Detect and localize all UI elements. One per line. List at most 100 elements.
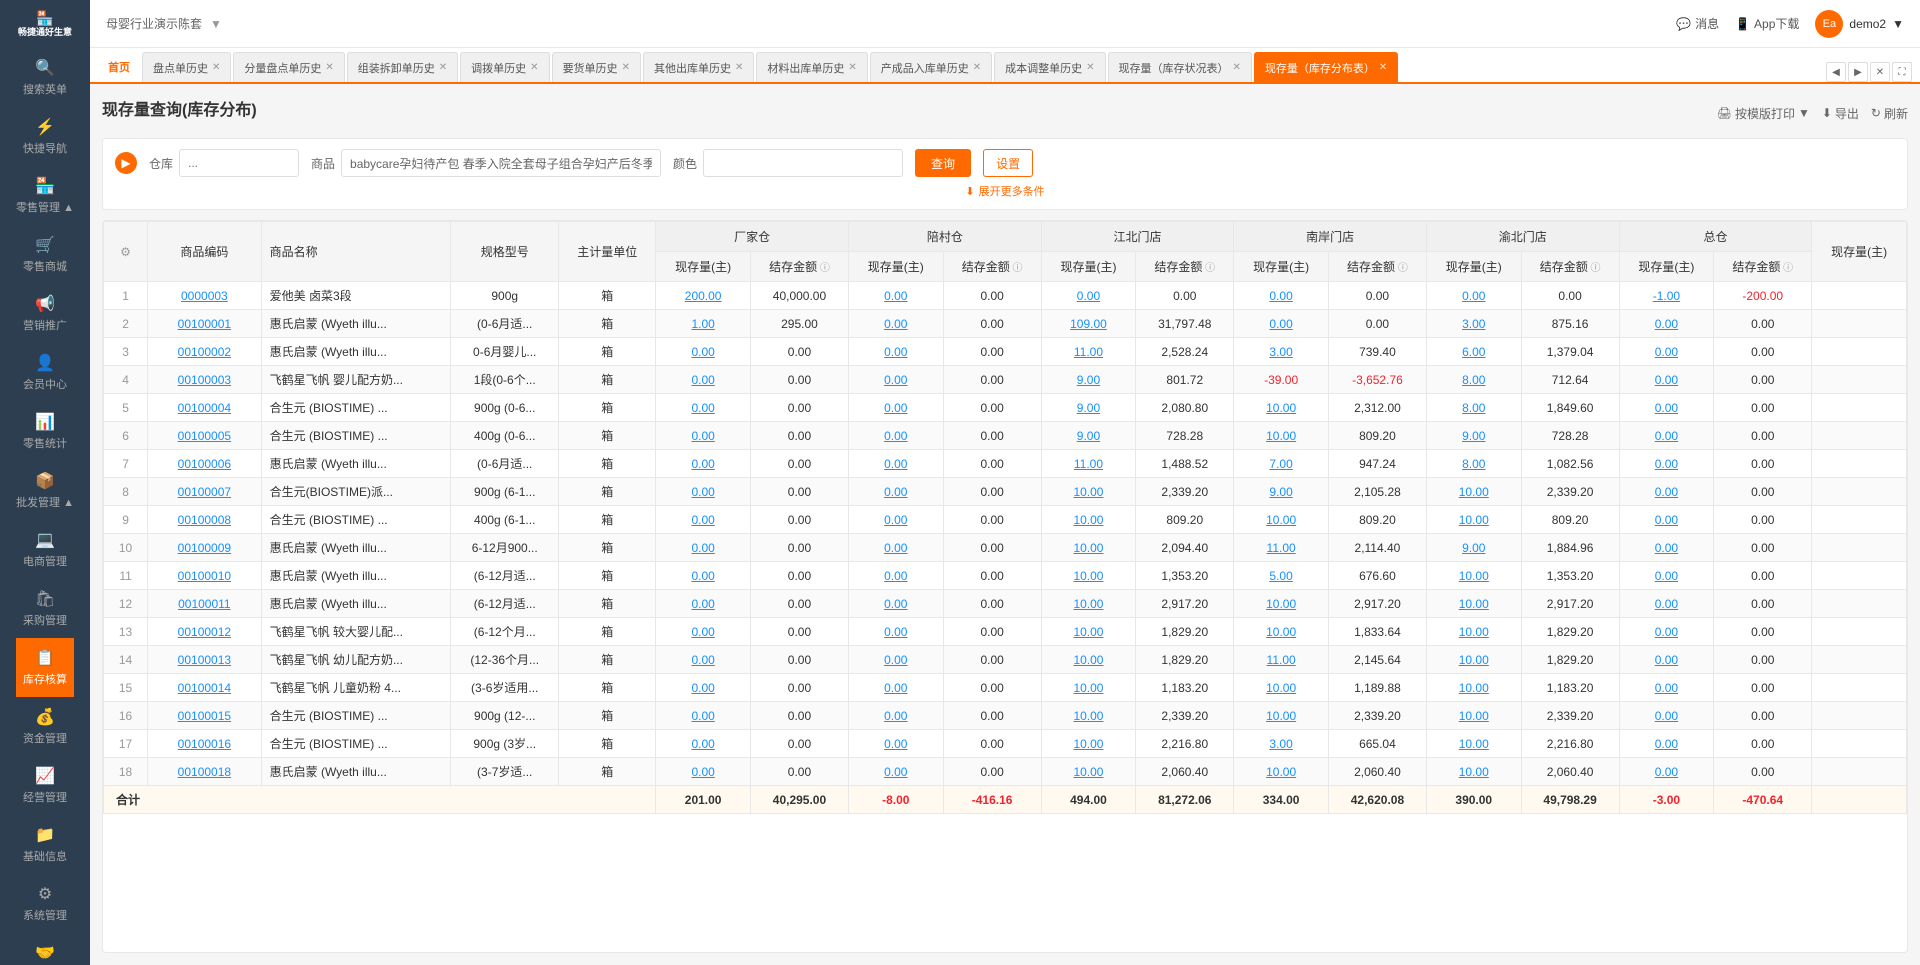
row-n1[interactable]: 0.00 bbox=[1234, 282, 1329, 310]
row-j1[interactable]: 10.00 bbox=[1041, 758, 1136, 786]
row-yb1[interactable]: 10.00 bbox=[1426, 618, 1521, 646]
row-total1[interactable]: 0.00 bbox=[1619, 590, 1714, 618]
row-f1[interactable]: 0.00 bbox=[656, 394, 751, 422]
row-p1[interactable]: 0.00 bbox=[849, 338, 944, 366]
row-p1[interactable]: 0.00 bbox=[849, 562, 944, 590]
row-total1[interactable]: 0.00 bbox=[1619, 506, 1714, 534]
row-j1[interactable]: 10.00 bbox=[1041, 590, 1136, 618]
row-n1[interactable]: 3.00 bbox=[1234, 730, 1329, 758]
nav-tab-4[interactable]: 调拨单历史✕ bbox=[460, 52, 549, 82]
row-p1[interactable]: 0.00 bbox=[849, 534, 944, 562]
row-total1[interactable]: 0.00 bbox=[1619, 450, 1714, 478]
nav-tab-9[interactable]: 成本调整单历史✕ bbox=[994, 52, 1105, 82]
nav-tab-close-4[interactable]: ✕ bbox=[530, 62, 538, 73]
sidebar-item-3[interactable]: 🛒零售商城 bbox=[16, 225, 74, 284]
row-total1[interactable]: 0.00 bbox=[1619, 618, 1714, 646]
warehouse-input[interactable] bbox=[179, 149, 299, 177]
row-n1[interactable]: -39.00 bbox=[1234, 366, 1329, 394]
sidebar-item-5[interactable]: 👤会员中心 bbox=[16, 343, 74, 402]
row-p1[interactable]: 0.00 bbox=[849, 730, 944, 758]
nav-fullscreen[interactable]: ⛶ bbox=[1892, 62, 1912, 82]
row-p1[interactable]: 0.00 bbox=[849, 422, 944, 450]
sidebar-item-10[interactable]: 📋库存核算 bbox=[16, 638, 74, 697]
row-j1[interactable]: 11.00 bbox=[1041, 450, 1136, 478]
nav-tab-close-5[interactable]: ✕ bbox=[622, 62, 630, 73]
row-p1[interactable]: 0.00 bbox=[849, 758, 944, 786]
row-total1[interactable]: 0.00 bbox=[1619, 422, 1714, 450]
row-yb1[interactable]: 10.00 bbox=[1426, 562, 1521, 590]
print-btn[interactable]: 🖨 按模版打印 ▼ bbox=[1717, 105, 1810, 122]
row-yb1[interactable]: 10.00 bbox=[1426, 674, 1521, 702]
row-p1[interactable]: 0.00 bbox=[849, 310, 944, 338]
row-n1[interactable]: 7.00 bbox=[1234, 450, 1329, 478]
nav-tab-close-1[interactable]: ✕ bbox=[212, 62, 220, 73]
row-code[interactable]: 00100014 bbox=[148, 674, 261, 702]
row-yb1[interactable]: 10.00 bbox=[1426, 646, 1521, 674]
row-p1[interactable]: 0.00 bbox=[849, 590, 944, 618]
sidebar-item-11[interactable]: 💰资金管理 bbox=[16, 697, 74, 756]
row-f1[interactable]: 0.00 bbox=[656, 730, 751, 758]
row-p1[interactable]: 0.00 bbox=[849, 366, 944, 394]
row-j1[interactable]: 9.00 bbox=[1041, 422, 1136, 450]
dropdown-icon[interactable]: ▼ bbox=[210, 17, 222, 31]
row-code[interactable]: 00100008 bbox=[148, 506, 261, 534]
query-btn[interactable]: 查询 bbox=[915, 149, 971, 177]
row-yb1[interactable]: 0.00 bbox=[1426, 282, 1521, 310]
row-code[interactable]: 00100013 bbox=[148, 646, 261, 674]
row-yb1[interactable]: 10.00 bbox=[1426, 730, 1521, 758]
row-f1[interactable]: 0.00 bbox=[656, 702, 751, 730]
row-total1[interactable]: 0.00 bbox=[1619, 646, 1714, 674]
row-yb1[interactable]: 10.00 bbox=[1426, 506, 1521, 534]
nav-next[interactable]: ▶ bbox=[1848, 62, 1868, 82]
row-j1[interactable]: 9.00 bbox=[1041, 394, 1136, 422]
row-code[interactable]: 00100003 bbox=[148, 366, 261, 394]
row-total1[interactable]: -1.00 bbox=[1619, 282, 1714, 310]
nav-tab-close-9[interactable]: ✕ bbox=[1086, 62, 1094, 73]
nav-tab-8[interactable]: 产成品入库单历史✕ bbox=[870, 52, 992, 82]
row-j1[interactable]: 9.00 bbox=[1041, 366, 1136, 394]
row-j1[interactable]: 10.00 bbox=[1041, 646, 1136, 674]
row-j1[interactable]: 10.00 bbox=[1041, 730, 1136, 758]
row-code[interactable]: 00100006 bbox=[148, 450, 261, 478]
row-p1[interactable]: 0.00 bbox=[849, 478, 944, 506]
row-yb1[interactable]: 6.00 bbox=[1426, 338, 1521, 366]
row-j1[interactable]: 10.00 bbox=[1041, 618, 1136, 646]
nav-tab-close-10[interactable]: ✕ bbox=[1233, 62, 1241, 73]
row-yb1[interactable]: 3.00 bbox=[1426, 310, 1521, 338]
row-yb1[interactable]: 9.00 bbox=[1426, 534, 1521, 562]
row-j1[interactable]: 11.00 bbox=[1041, 338, 1136, 366]
row-yb1[interactable]: 10.00 bbox=[1426, 758, 1521, 786]
nav-tab-6[interactable]: 其他出库单历史✕ bbox=[643, 52, 754, 82]
row-f1[interactable]: 0.00 bbox=[656, 366, 751, 394]
row-j1[interactable]: 10.00 bbox=[1041, 478, 1136, 506]
sidebar-item-1[interactable]: ⚡快捷导航 bbox=[16, 107, 74, 166]
row-p1[interactable]: 0.00 bbox=[849, 702, 944, 730]
row-j1[interactable]: 0.00 bbox=[1041, 282, 1136, 310]
row-code[interactable]: 00100004 bbox=[148, 394, 261, 422]
row-f1[interactable]: 0.00 bbox=[656, 562, 751, 590]
row-p1[interactable]: 0.00 bbox=[849, 394, 944, 422]
row-f1[interactable]: 0.00 bbox=[656, 478, 751, 506]
row-total1[interactable]: 0.00 bbox=[1619, 758, 1714, 786]
row-j1[interactable]: 10.00 bbox=[1041, 562, 1136, 590]
sidebar-item-0[interactable]: 🔍搜索英单 bbox=[16, 48, 74, 107]
sidebar-item-15[interactable]: 🤝企业协同 bbox=[16, 933, 74, 965]
user-area[interactable]: Ea demo2 ▼ bbox=[1815, 10, 1904, 38]
row-total1[interactable]: 0.00 bbox=[1619, 310, 1714, 338]
row-n1[interactable]: 10.00 bbox=[1234, 394, 1329, 422]
th-settings[interactable]: ⚙ bbox=[104, 222, 148, 282]
row-total1[interactable]: 0.00 bbox=[1619, 702, 1714, 730]
row-code[interactable]: 00100001 bbox=[148, 310, 261, 338]
row-code[interactable]: 00100009 bbox=[148, 534, 261, 562]
row-j1[interactable]: 109.00 bbox=[1041, 310, 1136, 338]
message-btn[interactable]: 💬 消息 bbox=[1676, 15, 1719, 32]
row-code[interactable]: 0000003 bbox=[148, 282, 261, 310]
sidebar-item-13[interactable]: 📁基础信息 bbox=[16, 815, 74, 874]
set-btn[interactable]: 设置 bbox=[983, 149, 1033, 177]
row-n1[interactable]: 11.00 bbox=[1234, 646, 1329, 674]
collapse-btn[interactable]: ▶ bbox=[115, 152, 137, 174]
row-code[interactable]: 00100002 bbox=[148, 338, 261, 366]
nav-tab-close-7[interactable]: ✕ bbox=[848, 62, 856, 73]
nav-close[interactable]: ✕ bbox=[1870, 62, 1890, 82]
product-input[interactable] bbox=[341, 149, 661, 177]
